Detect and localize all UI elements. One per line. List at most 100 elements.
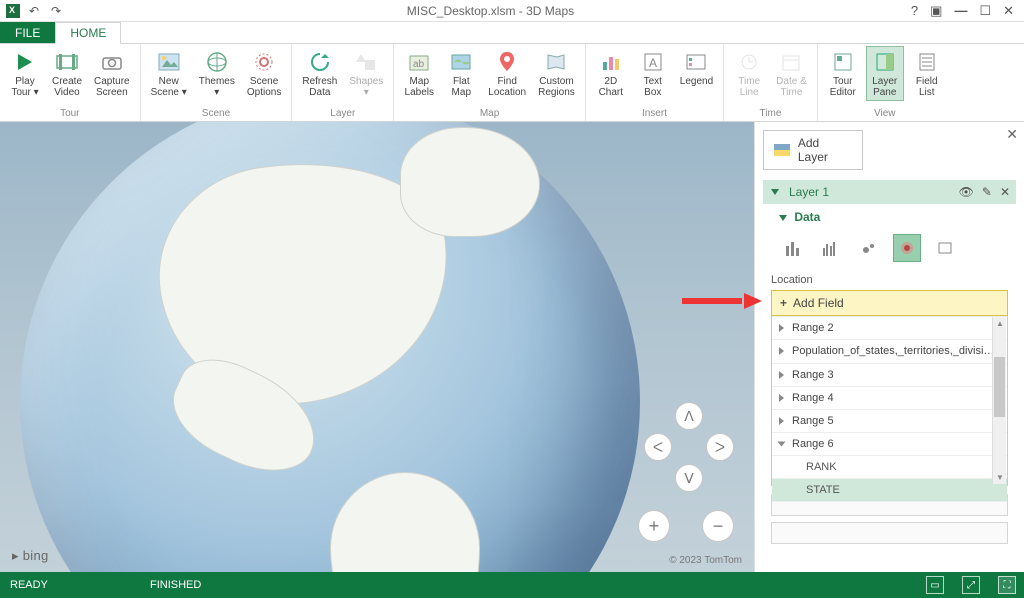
map-attribution: © 2023 TomTom: [669, 555, 742, 566]
nav-right-button[interactable]: ᐳ: [706, 433, 734, 461]
scene-options-button[interactable]: Scene Options: [243, 46, 285, 101]
themes-button[interactable]: Themes ▾: [195, 46, 239, 101]
legend-button[interactable]: Legend: [676, 46, 717, 91]
add-field-button[interactable]: + Add Field: [771, 290, 1008, 316]
status-icon-1[interactable]: ▭: [926, 576, 944, 594]
globe-theme-icon: [204, 49, 230, 75]
layer-pane: ✕ Add Layer Layer 1 👁 ✎ ✕ Data Location: [754, 122, 1024, 572]
layer-header[interactable]: Layer 1 👁 ✎ ✕: [763, 180, 1016, 204]
play-tour-button[interactable]: Play Tour ▾: [6, 46, 44, 101]
svg-text:ab: ab: [413, 59, 425, 70]
ribbon-group-view: Tour Editor Layer Pane Field List View: [818, 44, 952, 121]
field-dropdown: Range 2 Population_of_states,_territorie…: [771, 316, 1008, 486]
dropdown-item-range2[interactable]: Range 2: [772, 316, 1007, 340]
visibility-icon[interactable]: 👁: [959, 185, 974, 199]
edit-icon[interactable]: ✎: [982, 185, 992, 199]
flat-map-icon: [448, 49, 474, 75]
heatmap-type[interactable]: [893, 234, 921, 262]
zoom-controls: + −: [638, 510, 734, 542]
dropdown-item-range6[interactable]: Range 6: [772, 433, 1007, 456]
text-box-button[interactable]: AText Box: [634, 46, 672, 101]
land-south-america: [330, 472, 480, 572]
tab-file[interactable]: FILE: [0, 22, 55, 43]
add-layer-icon: [774, 144, 790, 156]
gear-icon: [251, 49, 277, 75]
globe: [20, 122, 640, 572]
tab-home[interactable]: HOME: [55, 22, 121, 44]
nav-down-button[interactable]: ᐯ: [675, 464, 703, 492]
scrollbar-thumb[interactable]: [994, 357, 1005, 417]
plus-icon: +: [780, 296, 787, 310]
window-title: MISC_Desktop.xlsm - 3D Maps: [70, 4, 911, 18]
create-video-button[interactable]: Create Video: [48, 46, 86, 101]
dropdown-item-population[interactable]: Population_of_states,_territories,_divis…: [772, 340, 1007, 364]
timeline-icon: [736, 49, 762, 75]
bubble-type[interactable]: [855, 234, 883, 262]
nav-pad: ᐱ ᐯ ᐸ ᐳ: [644, 402, 734, 492]
stacked-column-type[interactable]: [779, 234, 807, 262]
group-label-map: Map: [480, 106, 499, 121]
data-section-header[interactable]: Data: [763, 204, 1016, 230]
status-icon-3[interactable]: ⛶: [998, 576, 1016, 594]
date-time-button: Date & Time: [772, 46, 811, 101]
dropdown-item-range5[interactable]: Range 5: [772, 410, 1007, 433]
status-ready: READY: [10, 579, 150, 591]
tour-editor-button[interactable]: Tour Editor: [824, 46, 862, 101]
field-list-button[interactable]: Field List: [908, 46, 946, 101]
group-label-tour: Tour: [60, 106, 79, 121]
undo-button[interactable]: ↶: [26, 3, 42, 19]
ribbon-tabs: FILE HOME: [0, 22, 1024, 44]
map-labels-button[interactable]: abMap Labels: [400, 46, 438, 101]
dropdown-item-range4[interactable]: Range 4: [772, 387, 1007, 410]
regions-icon: [543, 49, 569, 75]
ribbon-group-layer: Refresh Data Shapes ▾ Layer: [292, 44, 394, 121]
layer-pane-button[interactable]: Layer Pane: [866, 46, 904, 101]
zoom-out-button[interactable]: −: [702, 510, 734, 542]
minimize-button[interactable]: —: [954, 3, 967, 19]
ribbon-toggle-button[interactable]: ▣: [930, 3, 942, 19]
play-icon: [12, 49, 38, 75]
quick-access-toolbar: ↶ ↷: [0, 3, 70, 19]
delete-layer-icon[interactable]: ✕: [1000, 185, 1010, 199]
ribbon-group-time: Time Line Date & Time Time: [724, 44, 818, 121]
find-location-button[interactable]: Find Location: [484, 46, 530, 101]
status-icon-2[interactable]: ⤢: [962, 576, 980, 594]
refresh-data-button[interactable]: Refresh Data: [298, 46, 341, 101]
help-button[interactable]: ?: [911, 3, 918, 19]
map-canvas[interactable]: ▸ bing © 2023 TomTom ᐱ ᐯ ᐸ ᐳ + −: [0, 122, 754, 572]
video-icon: [54, 49, 80, 75]
legend-icon: [683, 49, 709, 75]
custom-regions-button[interactable]: Custom Regions: [534, 46, 579, 101]
2d-chart-button[interactable]: 2D Chart: [592, 46, 630, 101]
add-layer-button[interactable]: Add Layer: [763, 130, 863, 170]
field-well-2[interactable]: [771, 522, 1008, 544]
dropdown-item-range3[interactable]: Range 3: [772, 364, 1007, 387]
picture-icon: [156, 49, 182, 75]
status-finished: FINISHED: [150, 579, 201, 591]
close-pane-button[interactable]: ✕: [1006, 126, 1018, 143]
region-type[interactable]: [931, 234, 959, 262]
excel-icon: [6, 4, 20, 18]
nav-left-button[interactable]: ᐸ: [644, 433, 672, 461]
ribbon-group-insert: 2D Chart AText Box Legend Insert: [586, 44, 724, 121]
labels-icon: ab: [406, 49, 432, 75]
group-label-layer: Layer: [330, 106, 355, 121]
title-bar: ↶ ↷ MISC_Desktop.xlsm - 3D Maps ? ▣ — ☐ …: [0, 0, 1024, 22]
zoom-in-button[interactable]: +: [638, 510, 670, 542]
close-button[interactable]: ✕: [1003, 3, 1014, 19]
redo-button[interactable]: ↷: [48, 3, 64, 19]
dropdown-subitem-state[interactable]: STATE: [772, 479, 1007, 502]
clustered-column-type[interactable]: [817, 234, 845, 262]
nav-up-button[interactable]: ᐱ: [675, 402, 703, 430]
flat-map-button[interactable]: Flat Map: [442, 46, 480, 101]
pin-icon: [494, 49, 520, 75]
shapes-button[interactable]: Shapes ▾: [345, 46, 387, 101]
dropdown-scrollbar[interactable]: ▲ ▼: [992, 317, 1006, 484]
new-scene-button[interactable]: New Scene ▾: [147, 46, 191, 101]
datetime-icon: [778, 49, 804, 75]
capture-screen-button[interactable]: Capture Screen: [90, 46, 134, 101]
group-label-insert: Insert: [642, 106, 667, 121]
group-label-view: View: [874, 106, 896, 121]
dropdown-subitem-rank[interactable]: RANK: [772, 456, 1007, 479]
maximize-button[interactable]: ☐: [979, 3, 991, 19]
